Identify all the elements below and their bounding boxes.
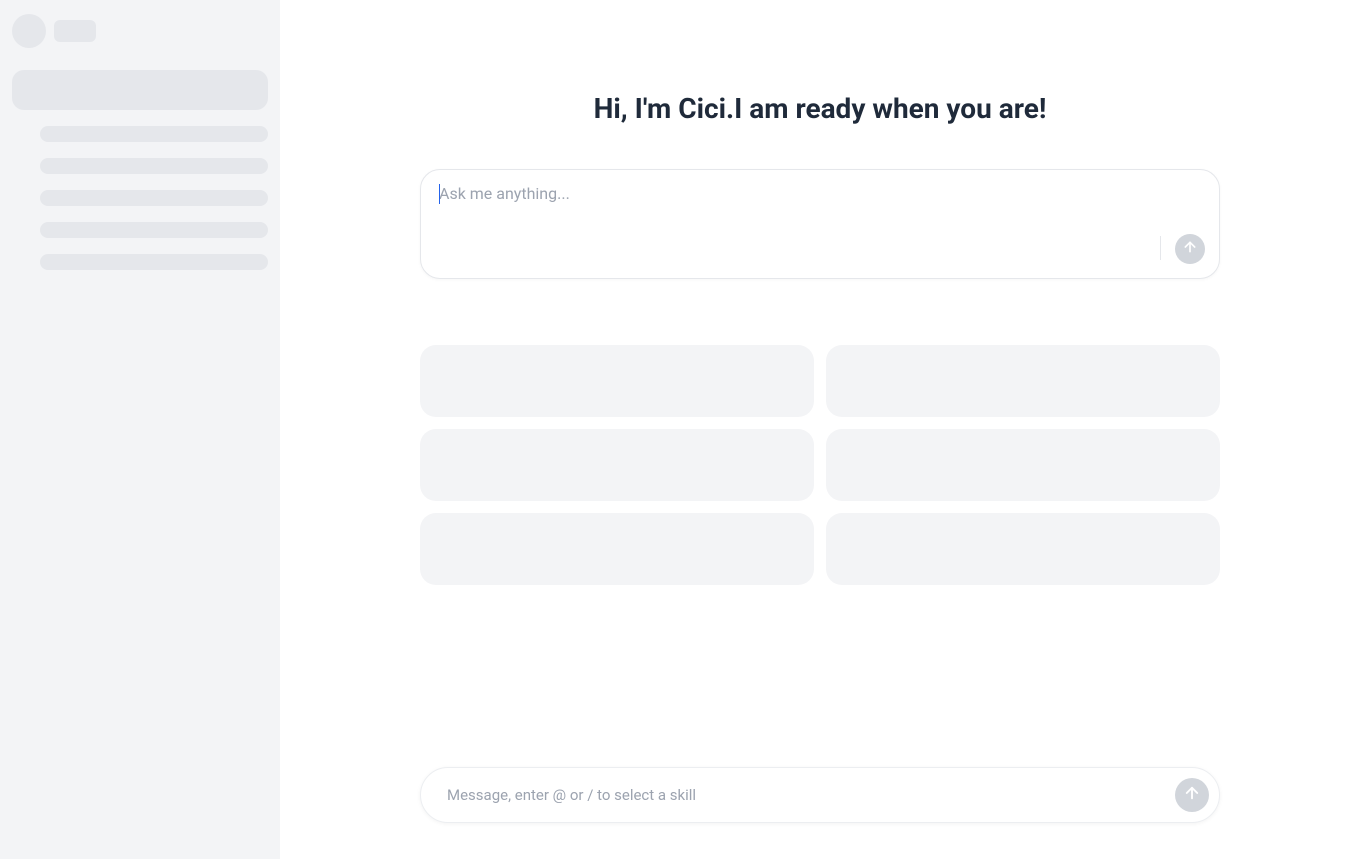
text-cursor xyxy=(439,184,440,204)
ask-divider xyxy=(1160,236,1161,260)
send-button[interactable] xyxy=(1175,234,1205,264)
ask-input[interactable] xyxy=(439,184,1201,203)
main-content: Hi, I'm Cici.I am ready when you are! xyxy=(280,0,1360,859)
bottom-send-button[interactable] xyxy=(1175,778,1209,812)
tag-skeleton xyxy=(54,20,96,42)
sidebar-sub-skeleton xyxy=(40,254,268,270)
ask-box[interactable] xyxy=(420,169,1220,279)
bottom-input-bar[interactable] xyxy=(420,767,1220,823)
suggestion-skeleton xyxy=(420,345,814,417)
sidebar-sub-skeleton xyxy=(40,190,268,206)
message-input[interactable] xyxy=(447,786,1175,804)
avatar-skeleton xyxy=(12,14,46,48)
greeting-title: Hi, I'm Cici.I am ready when you are! xyxy=(594,92,1047,125)
suggestion-skeleton xyxy=(420,513,814,585)
suggestion-grid xyxy=(420,345,1220,585)
arrow-up-icon xyxy=(1182,239,1198,259)
suggestion-skeleton xyxy=(826,429,1220,501)
sidebar-sub-list xyxy=(12,126,268,270)
sidebar-main-skeleton xyxy=(12,70,268,110)
arrow-up-icon xyxy=(1183,784,1201,806)
sidebar xyxy=(0,0,280,859)
suggestion-skeleton xyxy=(420,429,814,501)
suggestion-skeleton xyxy=(826,345,1220,417)
sidebar-sub-skeleton xyxy=(40,222,268,238)
sidebar-sub-skeleton xyxy=(40,158,268,174)
suggestion-skeleton xyxy=(826,513,1220,585)
sidebar-header xyxy=(12,14,268,48)
sidebar-sub-skeleton xyxy=(40,126,268,142)
